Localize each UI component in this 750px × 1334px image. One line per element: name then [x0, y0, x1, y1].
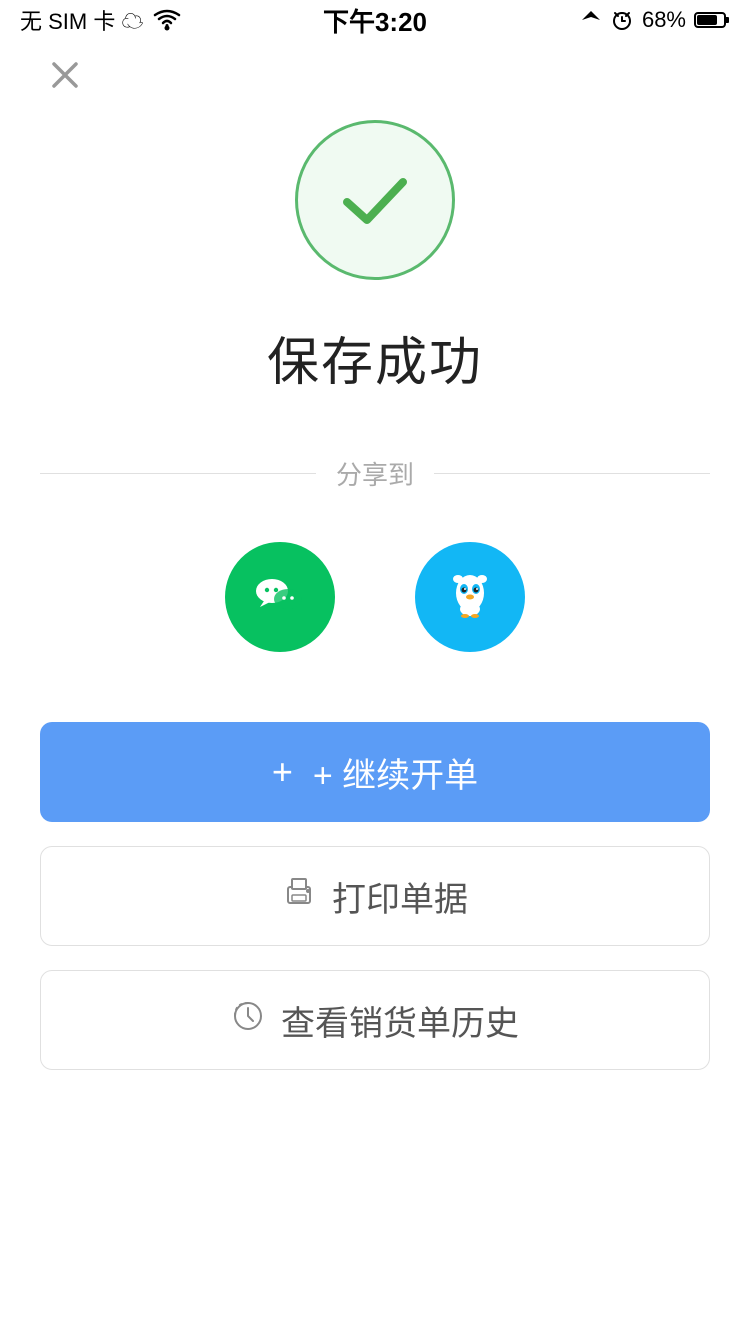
history-icon	[231, 999, 265, 1042]
continue-button[interactable]: + + 继续开单	[40, 722, 710, 822]
checkmark-icon	[335, 160, 415, 240]
success-circle	[295, 120, 455, 280]
status-left: 无 SIM 卡 ☁	[20, 4, 181, 36]
location-icon	[580, 9, 602, 31]
continue-label: + 继续开单	[313, 748, 478, 797]
history-label: 查看销货单历史	[281, 996, 519, 1045]
status-right: 68%	[580, 7, 730, 33]
share-label: 分享到	[336, 455, 414, 492]
continue-icon: +	[272, 751, 293, 793]
no-sim-text: 无 SIM 卡 ☁	[20, 4, 143, 36]
print-label: 打印单据	[332, 872, 468, 921]
battery-icon	[694, 10, 730, 30]
alarm-icon	[610, 8, 634, 32]
qq-share-button[interactable]	[415, 542, 525, 652]
qq-logo	[438, 565, 502, 629]
print-button[interactable]: 打印单据	[40, 846, 710, 946]
status-time: 下午3:20	[323, 2, 427, 39]
wifi-icon	[153, 9, 181, 31]
battery-percent: 68%	[642, 7, 686, 33]
share-divider: 分享到	[40, 455, 710, 492]
wechat-share-button[interactable]	[225, 542, 335, 652]
action-buttons: + + 继续开单 打印单据	[40, 722, 710, 1070]
status-bar: 无 SIM 卡 ☁ 下午3:20 68%	[0, 0, 750, 40]
success-title: 保存成功	[267, 320, 483, 395]
close-button[interactable]	[40, 50, 90, 100]
main-content: 保存成功 分享到	[0, 40, 750, 1334]
print-icon	[282, 875, 316, 918]
history-button[interactable]: 查看销货单历史	[40, 970, 710, 1070]
close-icon	[48, 58, 82, 92]
wechat-logo	[248, 565, 312, 629]
share-icons	[225, 542, 525, 652]
